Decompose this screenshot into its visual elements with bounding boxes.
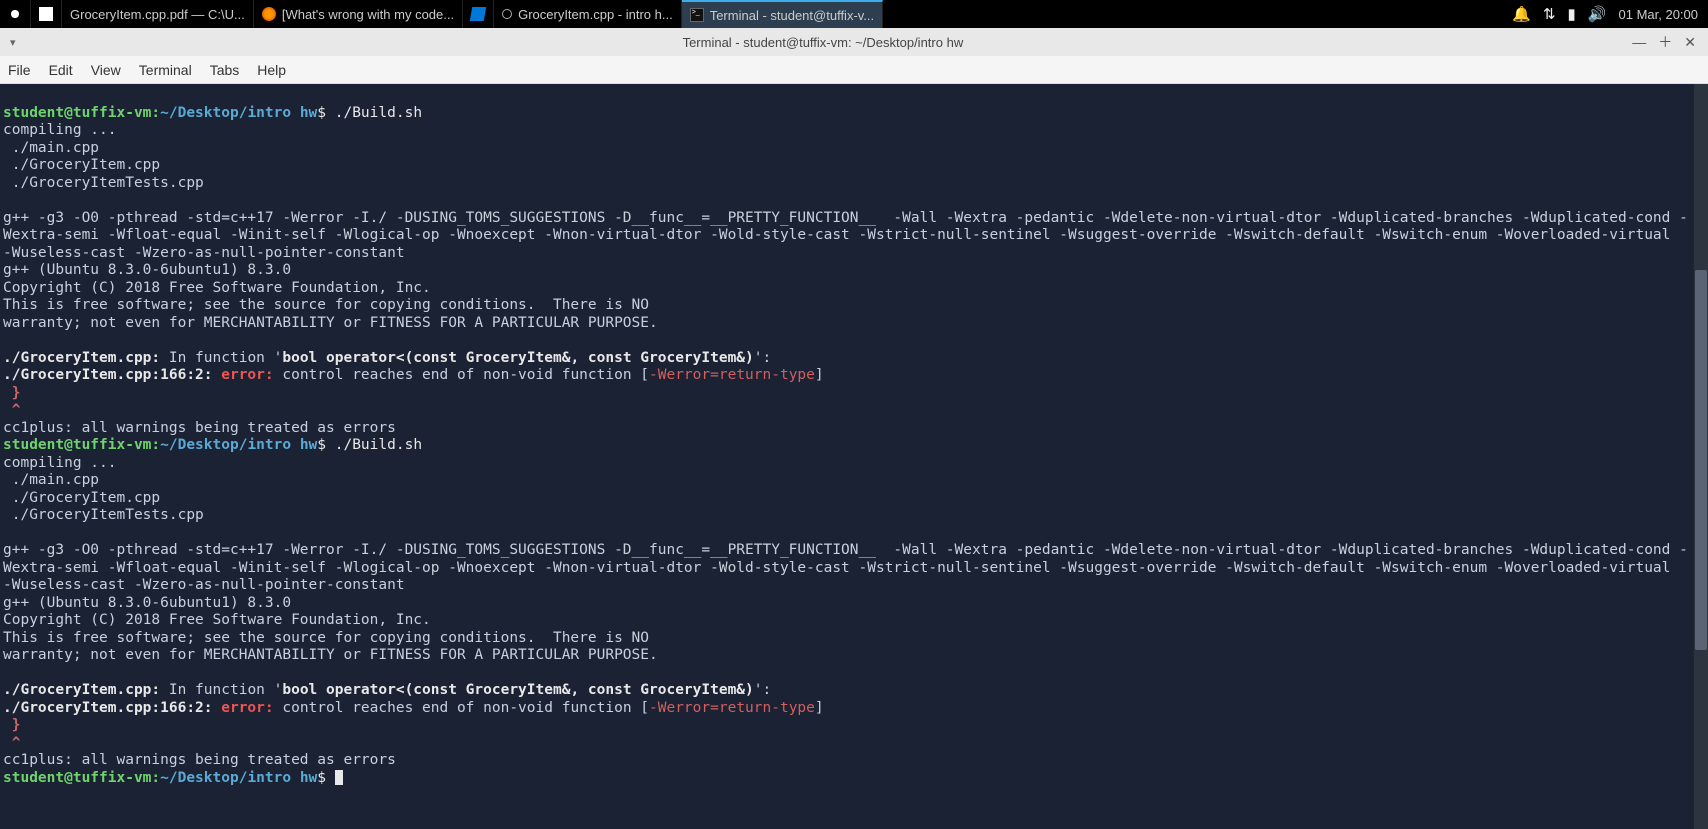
scrollbar-thumb[interactable] xyxy=(1695,270,1707,650)
menu-terminal[interactable]: Terminal xyxy=(139,62,192,78)
err-file: ./GroceryItem.cpp: xyxy=(3,350,160,366)
taskbar-left: GroceryItem.cpp.pdf — C:\U... [What's wr… xyxy=(0,0,1512,28)
window-menu-arrow-icon[interactable]: ▾ xyxy=(6,36,20,49)
taskbar-editor[interactable]: GroceryItem.cpp - intro h... xyxy=(494,0,682,28)
prompt-user-3: student@tuffix-vm xyxy=(3,770,151,786)
menu-edit[interactable]: Edit xyxy=(49,62,73,78)
minimize-button[interactable]: — xyxy=(1626,34,1652,50)
prompt-user: student@tuffix-vm xyxy=(3,105,151,121)
gpp-version: g++ (Ubuntu 8.3.0-6ubuntu1) 8.3.0 xyxy=(3,262,291,278)
command-2: ./Build.sh xyxy=(326,437,422,453)
window-title: Terminal - student@tuffix-vm: ~/Desktop/… xyxy=(20,35,1627,50)
taskbar-pdf[interactable]: GroceryItem.cpp.pdf — C:\U... xyxy=(62,0,254,28)
err-brace: } xyxy=(3,385,20,401)
menu-tabs[interactable]: Tabs xyxy=(210,62,240,78)
battery-icon[interactable]: ▮ xyxy=(1568,5,1576,23)
file2: ./GroceryItem.cpp xyxy=(3,157,160,173)
volume-icon[interactable]: 🔊 xyxy=(1588,5,1607,23)
vscode-icon xyxy=(470,7,486,21)
free-software-1: This is free software; see the source fo… xyxy=(3,297,649,313)
terminal-cursor xyxy=(335,770,343,785)
launcher-icon xyxy=(8,7,22,21)
system-taskbar: GroceryItem.cpp.pdf — C:\U... [What's wr… xyxy=(0,0,1708,28)
menubar: File Edit View Terminal Tabs Help xyxy=(0,56,1708,84)
werror-flag: -Werror=return-type xyxy=(649,367,815,383)
taskbar-pdf-label: GroceryItem.cpp.pdf — C:\U... xyxy=(70,7,245,22)
gpp-line2: Wextra-semi -Wfloat-equal -Winit-self -W… xyxy=(3,227,1670,243)
taskbar-terminal[interactable]: Terminal - student@tuffix-v... xyxy=(682,0,883,28)
maximize-button[interactable]: ＋ xyxy=(1652,32,1678,52)
prompt-dollar: $ xyxy=(317,105,326,121)
file-icon xyxy=(502,9,512,19)
taskbar-editor-label: GroceryItem.cpp - intro h... xyxy=(518,7,673,22)
err-func: bool operator<(const GroceryItem&, const… xyxy=(282,350,753,366)
clock[interactable]: 01 Mar, 20:00 xyxy=(1619,7,1699,22)
desktop-icon xyxy=(39,7,53,21)
compiling-label: compiling ... xyxy=(3,122,117,138)
taskbar-firefox-label: [What's wrong with my code... xyxy=(282,7,454,22)
cc1plus-msg: cc1plus: all warnings being treated as e… xyxy=(3,420,396,436)
err-loc: ./GroceryItem.cpp:166:2: xyxy=(3,367,213,383)
notifications-icon[interactable]: 🔔 xyxy=(1512,5,1531,23)
prompt-path-3: ~/Desktop/intro hw xyxy=(160,770,317,786)
terminal-viewport[interactable]: student@tuffix-vm:~/Desktop/intro hw$ ./… xyxy=(0,84,1708,829)
free-software-2: warranty; not even for MERCHANTABILITY o… xyxy=(3,315,658,331)
window-titlebar: ▾ Terminal - student@tuffix-vm: ~/Deskto… xyxy=(0,28,1708,56)
prompt-path-2: ~/Desktop/intro hw xyxy=(160,437,317,453)
gpp-line1: g++ -g3 -O0 -pthread -std=c++17 -Werror … xyxy=(3,210,1688,226)
menu-view[interactable]: View xyxy=(91,62,121,78)
menu-help[interactable]: Help xyxy=(257,62,286,78)
terminal-icon xyxy=(690,8,704,22)
show-desktop[interactable] xyxy=(31,0,62,28)
file1: ./main.cpp xyxy=(3,140,99,156)
close-button[interactable]: ✕ xyxy=(1678,34,1702,51)
terminal-output: student@tuffix-vm:~/Desktop/intro hw$ ./… xyxy=(3,87,1694,787)
err-msg: control reaches end of non-void function… xyxy=(282,367,649,383)
menu-file[interactable]: File xyxy=(8,62,31,78)
firefox-icon xyxy=(262,7,276,21)
network-icon[interactable]: ⇅ xyxy=(1543,5,1556,23)
gpp-line3: -Wuseless-cast -Wzero-as-null-pointer-co… xyxy=(3,245,405,261)
taskbar-right: 🔔 ⇅ ▮ 🔊 01 Mar, 20:00 xyxy=(1512,0,1708,28)
prompt-path: ~/Desktop/intro hw xyxy=(160,105,317,121)
terminal-scrollbar[interactable] xyxy=(1694,84,1708,829)
err-caret: ^ xyxy=(3,402,20,418)
taskbar-terminal-label: Terminal - student@tuffix-v... xyxy=(710,8,874,23)
prompt-user-2: student@tuffix-vm xyxy=(3,437,151,453)
app-launcher[interactable] xyxy=(0,0,31,28)
command-1: ./Build.sh xyxy=(326,105,422,121)
copyright: Copyright (C) 2018 Free Software Foundat… xyxy=(3,280,431,296)
taskbar-firefox[interactable]: [What's wrong with my code... xyxy=(254,0,463,28)
file3: ./GroceryItemTests.cpp xyxy=(3,175,204,191)
taskbar-vscode[interactable] xyxy=(463,0,494,28)
error-label: error: xyxy=(213,367,283,383)
